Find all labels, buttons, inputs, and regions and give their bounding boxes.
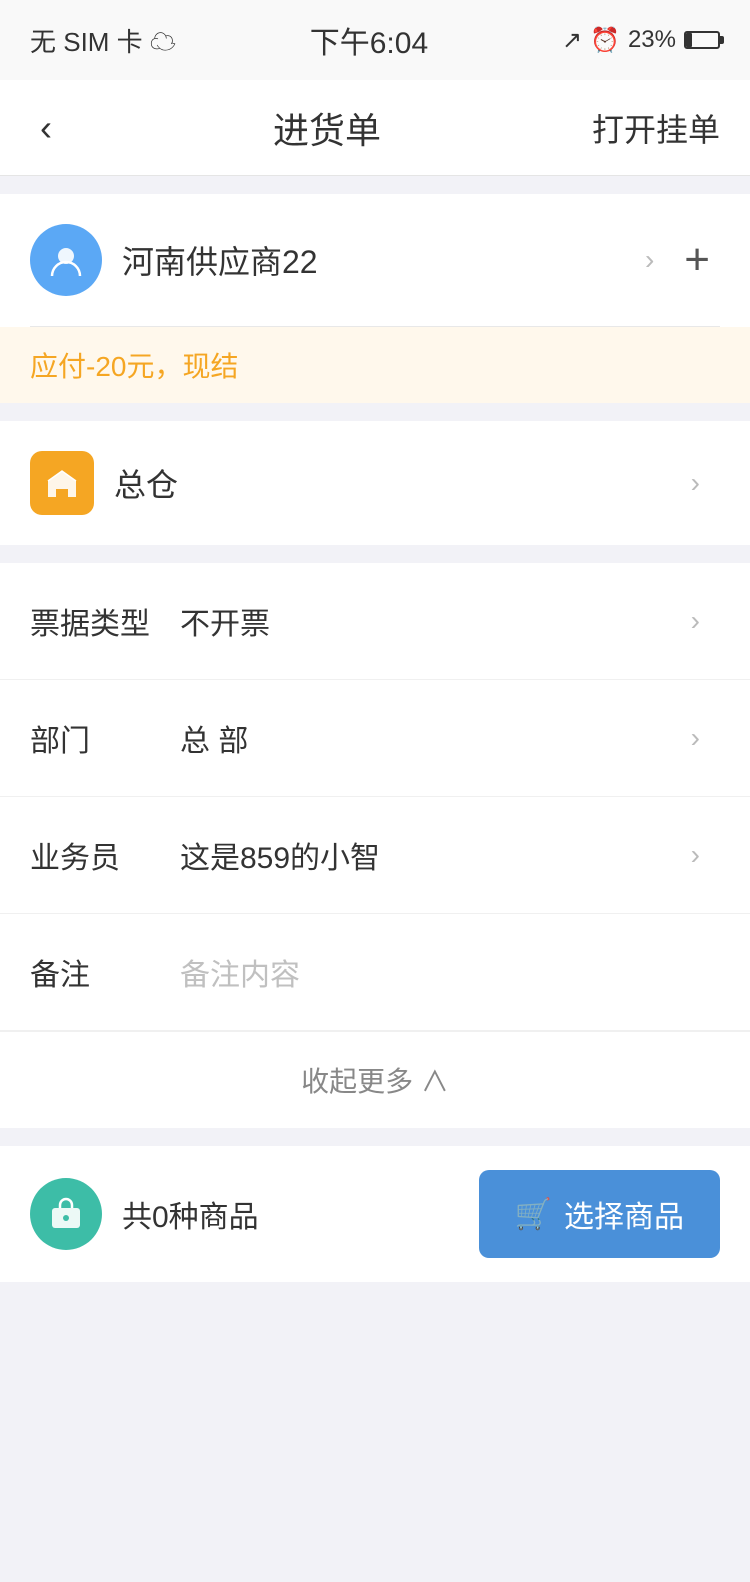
notice-bar: 应付-20元，现结 <box>0 327 750 403</box>
warehouse-icon <box>30 451 94 515</box>
open-pending-button[interactable]: 打开挂单 <box>592 105 720 151</box>
status-bar: 无 SIM 卡 ☁ 下午6:04 ↗ ⏰ 23% <box>0 0 750 80</box>
collapse-button[interactable]: 收起更多 ∧ <box>0 1031 750 1128</box>
alarm-icon: ⏰ <box>590 26 620 55</box>
collapse-label: 收起更多 ∧ <box>301 1060 449 1100</box>
battery-label: 23% <box>628 26 676 54</box>
supplier-name: 河南供应商22 <box>122 237 645 283</box>
salesperson-label: 业务员 <box>30 833 160 877</box>
dept-label: 部门 <box>30 716 160 760</box>
section-gap-bottom <box>0 1128 750 1146</box>
status-right: ↗ ⏰ 23% <box>562 26 720 55</box>
rest-background <box>0 1282 750 1582</box>
note-input[interactable]: 备注内容 <box>160 950 720 994</box>
sim-label: 无 SIM 卡 ☁ <box>30 22 176 59</box>
product-count: 共0种商品 <box>122 1192 459 1236</box>
supplier-chevron-icon: › <box>645 244 654 276</box>
invoice-chevron-icon: › <box>691 605 700 637</box>
product-icon <box>30 1178 102 1250</box>
supplier-row[interactable]: 河南供应商22 › + <box>0 194 750 326</box>
nav-bar: ‹ 进货单 打开挂单 <box>0 80 750 176</box>
dept-chevron-icon: › <box>691 722 700 754</box>
status-time: 下午6:04 <box>310 18 428 62</box>
section-gap-2 <box>0 403 750 421</box>
warehouse-row[interactable]: 总仓 › <box>0 421 750 545</box>
status-left: 无 SIM 卡 ☁ <box>30 22 176 59</box>
supplier-avatar <box>30 224 102 296</box>
bottom-bar: 共0种商品 🛒 选择商品 <box>0 1146 750 1282</box>
warehouse-chevron-icon: › <box>691 467 700 499</box>
dept-row[interactable]: 部门 总 部 › <box>0 680 750 797</box>
warehouse-name: 总仓 <box>114 460 691 506</box>
back-button[interactable]: ‹ <box>30 97 62 159</box>
note-row[interactable]: 备注 备注内容 <box>0 914 750 1031</box>
salesperson-chevron-icon: › <box>691 839 700 871</box>
battery-icon <box>684 31 720 49</box>
location-icon: ↗ <box>562 26 582 55</box>
note-label: 备注 <box>30 950 160 994</box>
warehouse-card: 总仓 › <box>0 421 750 545</box>
salesperson-value: 这是859的小智 <box>160 833 691 877</box>
dept-value: 总 部 <box>160 716 691 760</box>
invoice-label: 票据类型 <box>30 599 160 643</box>
select-product-button[interactable]: 🛒 选择商品 <box>479 1170 720 1258</box>
salesperson-row[interactable]: 业务员 这是859的小智 › <box>0 797 750 914</box>
page-title: 进货单 <box>273 102 381 154</box>
form-section: 票据类型 不开票 › 部门 总 部 › 业务员 这是859的小智 › 备注 备注… <box>0 563 750 1128</box>
add-supplier-button[interactable]: + <box>674 235 720 285</box>
select-product-label: 选择商品 <box>564 1192 684 1236</box>
invoice-value: 不开票 <box>160 599 691 643</box>
supplier-card: 河南供应商22 › + 应付-20元，现结 <box>0 194 750 403</box>
select-cart-icon: 🛒 <box>515 1197 552 1232</box>
invoice-row[interactable]: 票据类型 不开票 › <box>0 563 750 680</box>
section-gap-1 <box>0 176 750 194</box>
